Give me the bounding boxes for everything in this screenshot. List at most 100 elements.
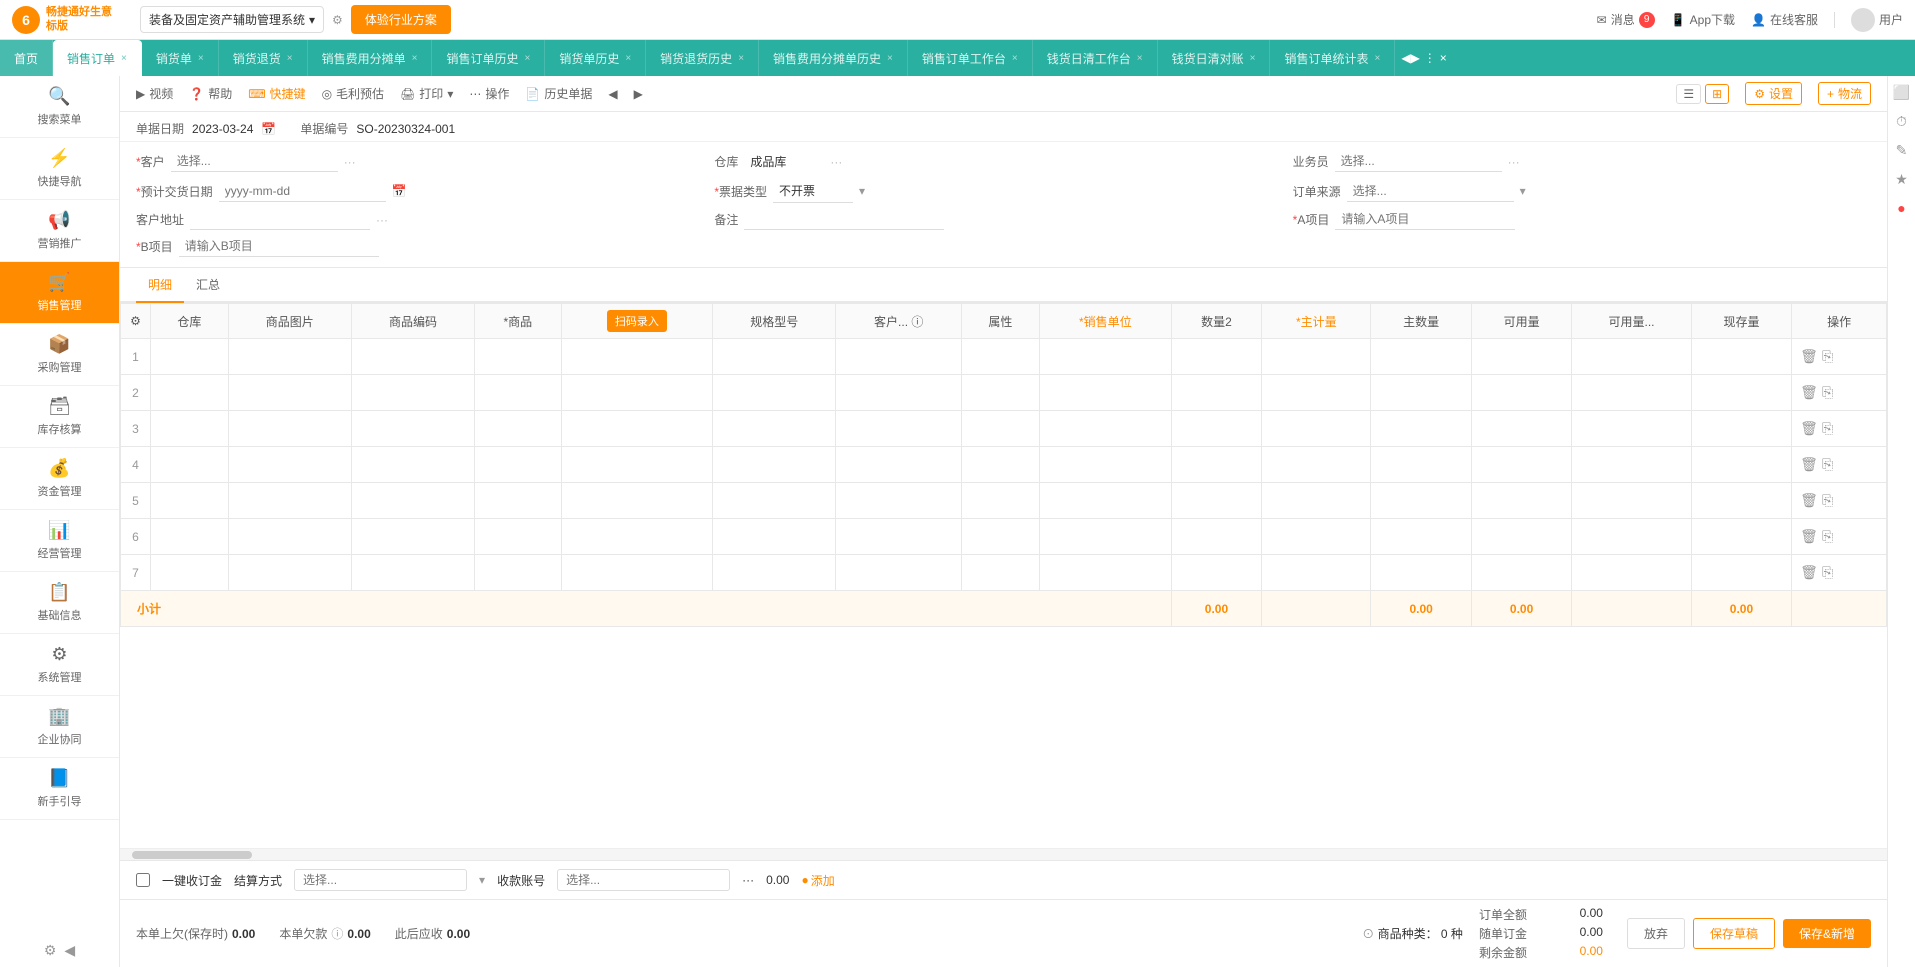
tab-sales-return[interactable]: 销货退货 × [219, 40, 308, 76]
collapse-icon[interactable]: ◀ [64, 942, 75, 959]
tab-expense-history[interactable]: 销售费用分摊单历史 × [759, 40, 908, 76]
payment-method-input[interactable] [294, 869, 467, 891]
row-available-1[interactable] [1471, 339, 1571, 375]
row-copy-5[interactable]: ⎘ [1822, 492, 1833, 509]
row-delete-3[interactable]: 🗑 [1800, 420, 1818, 437]
address-input[interactable] [190, 209, 370, 230]
row-copy-3[interactable]: ⎘ [1822, 420, 1833, 437]
tab-close-daily-workspace[interactable]: × [1137, 53, 1143, 64]
account-more-icon[interactable]: ··· [742, 873, 754, 887]
sidebar-item-purchase[interactable]: 📦 采购管理 [0, 324, 119, 386]
row-unit-1[interactable] [1039, 339, 1171, 375]
tab-close-sales-order[interactable]: × [121, 53, 127, 64]
payment-chevron[interactable]: ▾ [479, 873, 485, 887]
toolbar-settings[interactable]: ⚙ 设置 [1745, 82, 1802, 105]
toolbar-profit[interactable]: ◎ 毛利预估 [322, 85, 385, 102]
tab-detail[interactable]: 明细 [136, 268, 184, 303]
discard-btn[interactable]: 放弃 [1627, 918, 1685, 949]
delivery-calendar-icon[interactable]: 📅 [392, 184, 407, 198]
order-source-chevron[interactable]: ▾ [1520, 184, 1526, 198]
tab-close-workspace[interactable]: × [1012, 53, 1018, 64]
toolbar-nav-prev[interactable]: ◀ [608, 87, 617, 101]
sidebar-item-enterprise[interactable]: 🏢 企业协同 [0, 696, 119, 758]
staff-input[interactable] [1335, 151, 1502, 172]
sidebar-item-base[interactable]: 📋 基础信息 [0, 572, 119, 634]
right-panel-icon-2[interactable]: ⏱ [1896, 113, 1907, 130]
customer-more-icon[interactable]: ··· [344, 155, 356, 169]
toolbar-help[interactable]: ❓ 帮助 [189, 85, 232, 102]
delivery-input[interactable] [219, 181, 386, 202]
nav-close-icon[interactable]: × [1440, 51, 1447, 65]
right-panel-icon-1[interactable]: ⬜ [1893, 84, 1910, 101]
scroll-row[interactable] [120, 848, 1887, 860]
sidebar-item-guide[interactable]: 📘 新手引导 [0, 758, 119, 820]
toolbar-ops[interactable]: ⋯ 操作 [469, 85, 509, 102]
tab-close-sales-return[interactable]: × [287, 53, 293, 64]
tab-daily-workspace[interactable]: 钱货日清工作台 × [1033, 40, 1158, 76]
sidebar-item-finance[interactable]: 💰 资金管理 [0, 448, 119, 510]
tab-sales-goods[interactable]: 销货单 × [142, 40, 219, 76]
a-project-input[interactable] [1335, 209, 1515, 230]
row-product-1[interactable] [475, 339, 562, 375]
tab-close-goods-history[interactable]: × [625, 53, 631, 64]
calendar-icon[interactable]: 📅 [261, 122, 276, 136]
tab-goods-history[interactable]: 销货单历史 × [545, 40, 646, 76]
invoice-chevron[interactable]: ▾ [859, 184, 865, 198]
tab-close-return-history[interactable]: × [738, 53, 744, 64]
notes-input[interactable] [744, 209, 944, 230]
row-copy-1[interactable]: ⎘ [1822, 348, 1833, 365]
tab-close-expense-history[interactable]: × [887, 53, 893, 64]
row-delete-1[interactable]: 🗑 [1800, 348, 1818, 365]
staff-more-icon[interactable]: ··· [1508, 155, 1520, 169]
sidebar-item-system[interactable]: ⚙ 系统管理 [0, 634, 119, 696]
row-delete-4[interactable]: 🗑 [1800, 456, 1818, 473]
scroll-thumb[interactable] [132, 851, 252, 859]
tab-sales-order[interactable]: 销售订单 × [53, 40, 142, 76]
tab-home[interactable]: 首页 [0, 40, 53, 76]
tab-close-order-history[interactable]: × [524, 53, 530, 64]
col-settings[interactable]: ⚙ [121, 304, 151, 339]
tab-close-order-stats[interactable]: × [1374, 53, 1380, 64]
nav-prev-icon[interactable]: ◀ [1401, 51, 1410, 65]
order-source-input[interactable] [1347, 181, 1514, 202]
row-delete-6[interactable]: 🗑 [1800, 528, 1818, 545]
row-copy-7[interactable]: ⎘ [1822, 564, 1833, 581]
row-qty2-1[interactable] [1171, 339, 1261, 375]
row-warehouse-1[interactable] [151, 339, 229, 375]
row-customer-code-1[interactable] [836, 339, 962, 375]
toolbar-print[interactable]: 🖨 打印 ▾ [400, 85, 453, 102]
row-main-qty-1[interactable] [1371, 339, 1471, 375]
sidebar-item-marketing[interactable]: 📢 营销推广 [0, 200, 119, 262]
right-panel-icon-5[interactable]: ● [1897, 200, 1905, 216]
save-draft-btn[interactable]: 保存草稿 [1693, 918, 1775, 949]
add-btn[interactable]: ● 添加 [801, 872, 834, 889]
toolbar-grid-view[interactable]: ⊞ [1705, 84, 1729, 104]
tab-sales-expense[interactable]: 销售费用分摊单 × [308, 40, 433, 76]
account-input[interactable] [557, 869, 730, 891]
right-panel-icon-3[interactable]: ✎ [1896, 142, 1908, 159]
tab-close-expense[interactable]: × [412, 53, 418, 64]
row-copy-2[interactable]: ⎘ [1822, 384, 1833, 401]
tab-order-history[interactable]: 销售订单历史 × [432, 40, 545, 76]
tab-return-history[interactable]: 销货退货历史 × [646, 40, 759, 76]
current-amount-icon[interactable]: ⓘ [331, 925, 343, 942]
row-available2-1[interactable] [1572, 339, 1691, 375]
toolbar-list-view[interactable]: ☰ [1676, 84, 1701, 104]
row-code-1[interactable] [351, 339, 474, 375]
customer-input[interactable] [171, 151, 338, 172]
print-chevron[interactable]: ▾ [447, 87, 453, 101]
tab-order-workspace[interactable]: 销售订单工作台 × [908, 40, 1033, 76]
sidebar-item-operation[interactable]: 📊 经营管理 [0, 510, 119, 572]
user-avatar[interactable]: 用户 [1851, 8, 1903, 32]
row-copy-4[interactable]: ⎘ [1822, 456, 1833, 473]
sidebar-item-search[interactable]: 🔍 搜索菜单 [0, 76, 119, 138]
one-click-checkbox[interactable] [136, 873, 150, 887]
message-btn[interactable]: ✉ 消息 9 [1597, 11, 1655, 28]
online-service-btn[interactable]: 👤 在线客服 [1751, 11, 1818, 28]
system-selector[interactable]: 装备及固定资产辅助管理系统 ▾ [140, 6, 324, 33]
tab-close-daily-reconcile[interactable]: × [1250, 53, 1256, 64]
tab-close-sales-goods[interactable]: × [198, 53, 204, 64]
row-main-unit-1[interactable] [1262, 339, 1371, 375]
toolbar-add-goods[interactable]: + 物流 [1818, 82, 1871, 105]
right-panel-icon-4[interactable]: ★ [1895, 171, 1908, 188]
